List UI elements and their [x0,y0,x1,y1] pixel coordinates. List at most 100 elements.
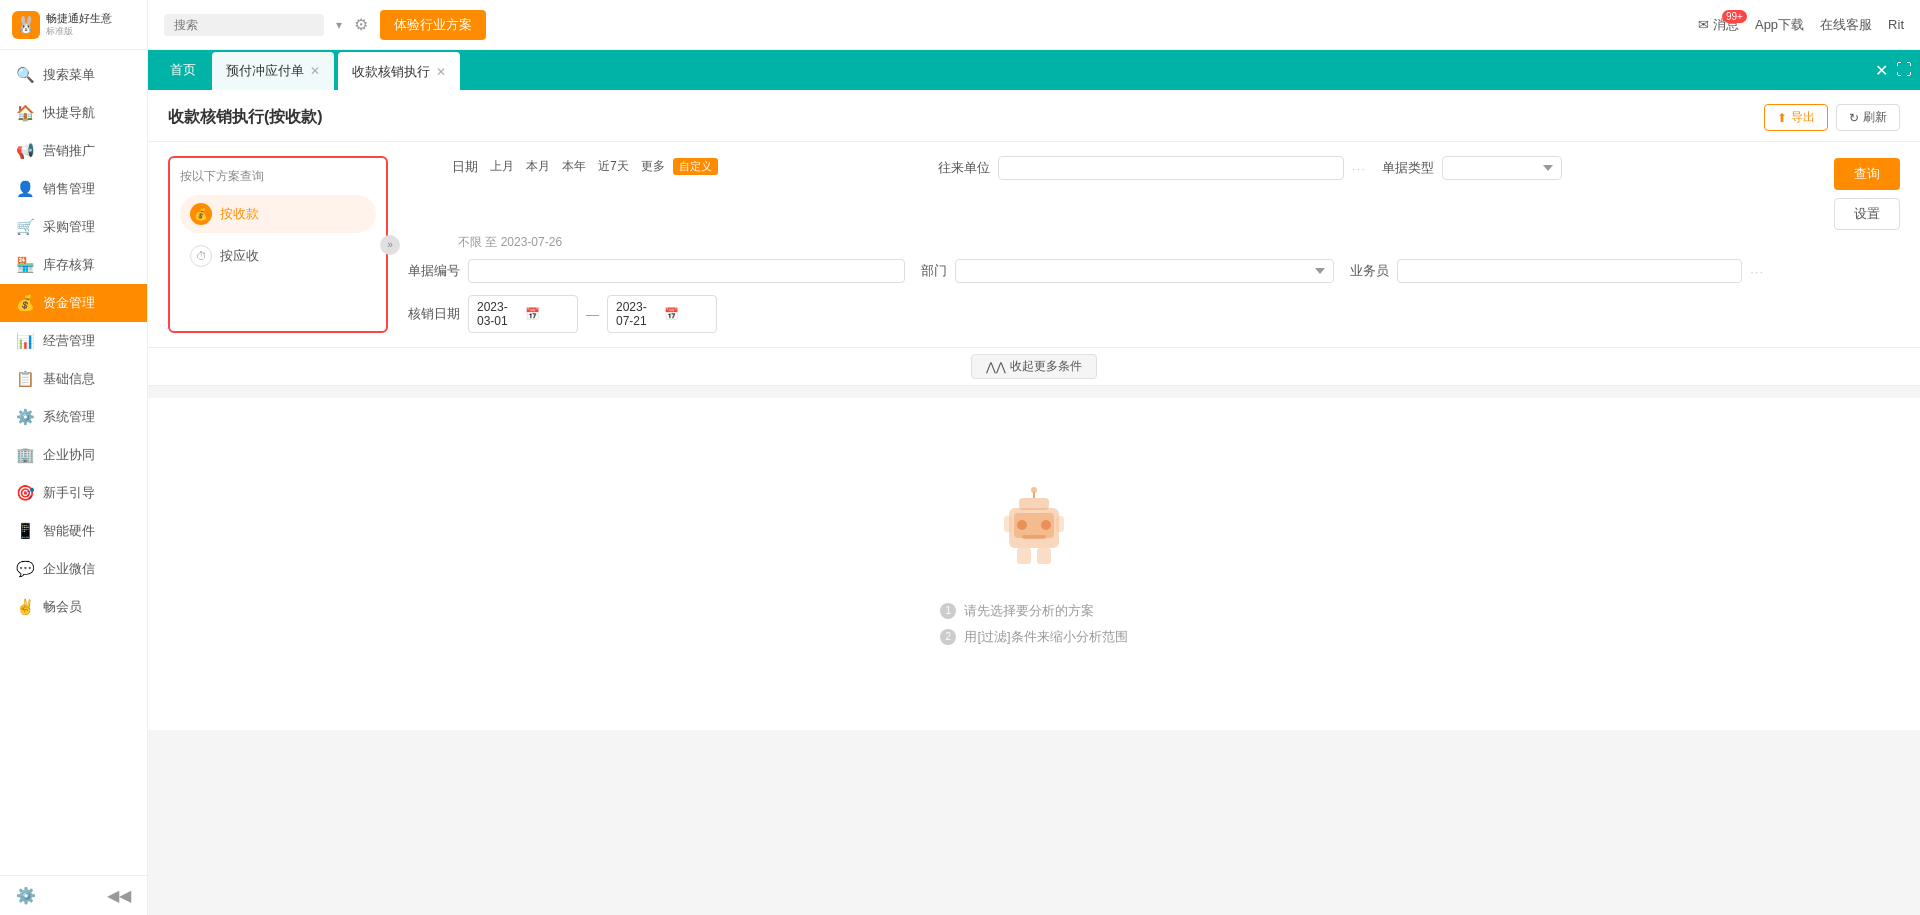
verify-date-end-input[interactable]: 2023-07-21 📅 [607,295,717,333]
svg-rect-9 [1019,498,1049,510]
message-count: 99+ [1722,10,1747,23]
sidebar-item-label-guide: 新手引导 [43,484,95,502]
custom-date-tag[interactable]: 自定义 [673,158,718,175]
sidebar-item-label-wechat: 企业微信 [43,560,95,578]
sales-icon: 👤 [16,180,35,198]
counterpart-input[interactable] [998,156,1344,180]
filter-left-panel: 按以下方案查询 💰 按收款 ⏱ 按应收 » [168,156,388,333]
single-num-label: 单据编号 [408,262,460,280]
sidebar-item-wechat[interactable]: 💬 企业微信 [0,550,147,588]
sidebar-item-system[interactable]: ⚙️ 系统管理 [0,398,147,436]
header-gear-icon[interactable]: ⚙ [354,15,368,34]
sidebar-item-sales[interactable]: 👤 销售管理 [0,170,147,208]
doc-type-select[interactable] [1442,156,1562,180]
basic-icon: 📋 [16,370,35,388]
collapse-more-button[interactable]: ⋀⋀ 收起更多条件 [971,354,1097,379]
sidebar-item-collab[interactable]: 🏢 企业协同 [0,436,147,474]
single-num-input[interactable] [468,259,905,283]
refresh-button[interactable]: ↻ 刷新 [1836,104,1900,131]
more-dates-btn[interactable]: 更多 [637,156,669,177]
search-icon: 🔍 [16,66,35,84]
sidebar-item-label-purchase: 采购管理 [43,218,95,236]
sidebar-bottom: ⚙️ ◀◀ [0,875,147,915]
business-input[interactable] [1397,259,1742,283]
guide-icon: 🎯 [16,484,35,502]
hardware-icon: 📱 [16,522,35,540]
wechat-icon: 💬 [16,560,35,578]
sidebar-item-label-hardware: 智能硬件 [43,522,95,540]
collapse-sidebar-icon[interactable]: ◀◀ [107,886,131,905]
content-area: 收款核销执行(按收款) ⬆ 导出 ↻ 刷新 按以下方案查询 [148,90,1920,915]
this-year-btn[interactable]: 本年 [558,156,590,177]
sidebar-item-label-sales: 销售管理 [43,180,95,198]
verify-date-start-input[interactable]: 2023-03-01 📅 [468,295,578,333]
logo-badge: 标准版 [46,25,112,38]
refresh-icon: ↻ [1849,111,1859,125]
business-label: 业务员 [1350,262,1389,280]
dept-select[interactable] [955,259,1335,283]
chevron-down-icon[interactable]: ▾ [336,18,342,32]
business-more-icon[interactable]: ··· [1750,264,1764,279]
app-download-link[interactable]: App下载 [1755,16,1804,34]
user-name[interactable]: Rit [1888,17,1904,32]
tab-home[interactable]: 首页 [156,50,210,90]
verify-date-label: 核销日期 [408,305,460,323]
logo-area: 🐰 畅捷通好生意 标准版 [0,0,147,50]
tab-prepay[interactable]: 预付冲应付单 ✕ [212,52,334,92]
svg-rect-6 [1056,516,1064,532]
counterpart-more-icon[interactable]: ··· [1352,161,1366,176]
filter-right-form: 日期 上月 本月 本年 近7天 更多 自定义 往来单位 [408,156,1900,333]
settings-icon[interactable]: ⚙️ [16,886,36,905]
tab-prepay-close-icon[interactable]: ✕ [310,64,320,78]
page-title: 收款核销执行(按收款) [168,107,323,128]
filter-option-by-receivable[interactable]: ⏱ 按应收 [180,237,376,275]
hint-text-1: 请先选择要分析的方案 [964,598,1094,624]
doc-type-label: 单据类型 [1382,159,1434,177]
sidebar-item-basic[interactable]: 📋 基础信息 [0,360,147,398]
svg-point-3 [1041,520,1051,530]
sidebar-item-inventory[interactable]: 🏪 库存核算 [0,246,147,284]
sidebar-item-label-finance: 资金管理 [43,294,95,312]
query-button[interactable]: 查询 [1834,158,1900,190]
header-right: ✉ 消息 99+ App下载 在线客服 Rit [1698,16,1904,34]
collapse-more-row: ⋀⋀ 收起更多条件 [148,348,1920,386]
industry-solution-button[interactable]: 体验行业方案 [380,10,486,40]
sidebar-item-search[interactable]: 🔍 搜索菜单 [0,56,147,94]
quick-icon: 🏠 [16,104,35,122]
system-icon: ⚙️ [16,408,35,426]
title-actions: ⬆ 导出 ↻ 刷新 [1764,104,1900,131]
online-service-link[interactable]: 在线客服 [1820,16,1872,34]
top-header: ▾ ⚙ 体验行业方案 ✉ 消息 99+ App下载 在线客服 Rit [148,0,1920,50]
last-7days-btn[interactable]: 近7天 [594,156,633,177]
sidebar-item-operations[interactable]: 📊 经营管理 [0,322,147,360]
receivable-option-icon: ⏱ [190,245,212,267]
logo-name: 畅捷通好生意 [46,11,112,25]
tab-receipt-verify-close-icon[interactable]: ✕ [436,65,446,79]
sidebar-item-hardware[interactable]: 📱 智能硬件 [0,512,147,550]
sidebar-item-purchase[interactable]: 🛒 采购管理 [0,208,147,246]
search-input[interactable] [164,14,324,36]
this-month-btn[interactable]: 本月 [522,156,554,177]
panel-collapse-button[interactable]: » [380,235,400,255]
close-tab-icon[interactable]: ✕ [1875,61,1888,80]
sidebar-item-member[interactable]: ✌️ 畅会员 [0,588,147,626]
maximize-icon[interactable]: ⛶ [1896,61,1912,79]
marketing-icon: 📢 [16,142,35,160]
tab-home-label: 首页 [170,61,196,79]
filter-option-receivable-label: 按应收 [220,247,259,265]
last-month-btn[interactable]: 上月 [486,156,518,177]
message-badge[interactable]: ✉ 消息 99+ [1698,16,1739,34]
filter-option-by-receipt[interactable]: 💰 按收款 [180,195,376,233]
sidebar-item-marketing[interactable]: 📢 营销推广 [0,132,147,170]
inventory-icon: 🏪 [16,256,35,274]
sidebar-item-label-system: 系统管理 [43,408,95,426]
tab-receipt-verify[interactable]: 收款核销执行 ✕ [338,52,460,92]
sidebar-item-label-member: 畅会员 [43,598,82,616]
sidebar-item-quick[interactable]: 🏠 快捷导航 [0,94,147,132]
export-button[interactable]: ⬆ 导出 [1764,104,1828,131]
filter-area: 按以下方案查询 💰 按收款 ⏱ 按应收 » [148,142,1920,348]
sidebar-item-finance[interactable]: 💰 资金管理 [0,284,147,322]
sidebar-item-guide[interactable]: 🎯 新手引导 [0,474,147,512]
empty-hint-1: 1 请先选择要分析的方案 [940,598,1127,624]
settings-button[interactable]: 设置 [1834,198,1900,230]
